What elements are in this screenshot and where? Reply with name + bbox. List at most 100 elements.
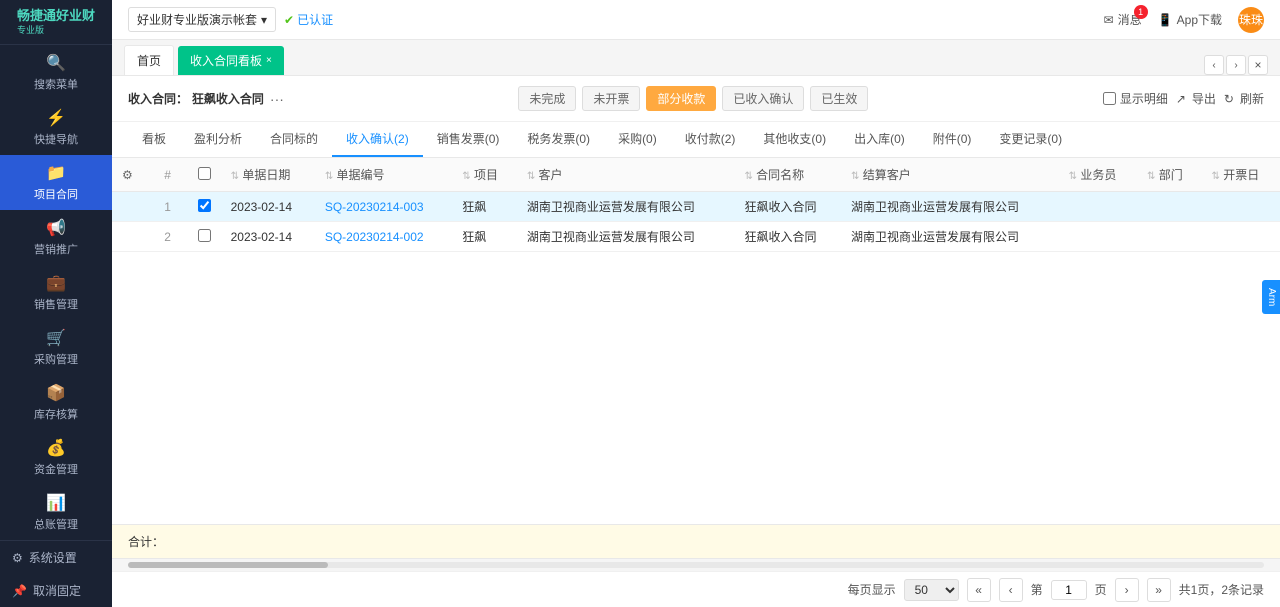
nav-icon: 📊 bbox=[46, 493, 66, 513]
app-download-action[interactable]: 📱 App下载 bbox=[1158, 11, 1222, 28]
td-checkbox[interactable] bbox=[188, 192, 221, 222]
refresh-label: 刷新 bbox=[1240, 90, 1264, 107]
page-label-post: 页 bbox=[1095, 581, 1107, 598]
tab-close-icon[interactable]: × bbox=[266, 55, 272, 66]
row-checkbox[interactable] bbox=[198, 199, 211, 212]
export-action[interactable]: ↗ 导出 bbox=[1176, 90, 1216, 107]
tab-home[interactable]: 首页 bbox=[124, 45, 174, 75]
status-btn-部分收款[interactable]: 部分收款 bbox=[646, 86, 716, 111]
table-container[interactable]: ⚙ # ⇅ 单据日期 ⇅ 单据编号 ⇅ 项目 ⇅ 客户 ⇅ 合同名称 ⇅ 结算客… bbox=[112, 158, 1280, 524]
sub-tab-出入库(0)[interactable]: 出入库(0) bbox=[840, 122, 919, 157]
td-customer: 湖南卫视商业运营发展有限公司 bbox=[517, 222, 735, 252]
status-btn-未开票[interactable]: 未开票 bbox=[582, 86, 640, 111]
sub-tab-销售发票(0)[interactable]: 销售发票(0) bbox=[423, 122, 514, 157]
sidebar-item-销售管理[interactable]: 💼销售管理 bbox=[0, 265, 112, 320]
row-checkbox[interactable] bbox=[198, 229, 211, 242]
main-area: 好业财专业版演示帐套 ▾ ✔ 已认证 ✉ 消息 1 📱 App下载 珠珠 bbox=[112, 0, 1280, 607]
sort-icon-result: ⇅ bbox=[851, 171, 859, 182]
scrollbar-track[interactable] bbox=[128, 562, 1264, 568]
page-number-input[interactable] bbox=[1051, 580, 1087, 600]
sidebar-item-unpin[interactable]: 📌 取消固定 bbox=[0, 574, 112, 607]
next-page-btn[interactable]: › bbox=[1115, 578, 1139, 602]
select-all-checkbox[interactable] bbox=[198, 167, 211, 180]
nav-label: 搜索菜单 bbox=[34, 76, 78, 92]
status-btn-已生效[interactable]: 已生效 bbox=[810, 86, 868, 111]
sidebar-item-采购管理[interactable]: 🛒采购管理 bbox=[0, 320, 112, 375]
code-link[interactable]: SQ-20230214-003 bbox=[325, 200, 424, 214]
td-checkbox[interactable] bbox=[188, 222, 221, 252]
show-details-checkbox[interactable] bbox=[1103, 92, 1116, 105]
td-department bbox=[1137, 222, 1202, 252]
pagination: 每页显示 50 20 100 « ‹ 第 页 › » 共1页，2条记录 bbox=[112, 571, 1280, 607]
tabbar: 首页 收入合同看板 × ‹ › × bbox=[112, 40, 1280, 76]
show-details-toggle[interactable]: 显示明细 bbox=[1103, 90, 1168, 107]
contract-title: 收入合同： 狂飙收入合同 bbox=[128, 90, 264, 107]
total-row: 合计： bbox=[112, 525, 1280, 559]
td-code[interactable]: SQ-20230214-003 bbox=[315, 192, 452, 222]
total-label: 合计： bbox=[128, 535, 164, 549]
sidebar-item-营销推广[interactable]: 📢营销推广 bbox=[0, 210, 112, 265]
nav-icon: 💼 bbox=[46, 273, 66, 293]
settings-icon[interactable]: ⚙ bbox=[122, 168, 133, 182]
company-selector[interactable]: 好业财专业版演示帐套 ▾ bbox=[128, 7, 276, 32]
sidebar-item-搜索菜单[interactable]: 🔍 搜索菜单 bbox=[0, 45, 112, 100]
th-checkbox[interactable] bbox=[188, 158, 221, 192]
sub-tab-采购(0)[interactable]: 采购(0) bbox=[604, 122, 671, 157]
sub-tab-看板[interactable]: 看板 bbox=[128, 122, 180, 157]
th-open-date: ⇅ 开票日 bbox=[1202, 158, 1280, 192]
per-page-select[interactable]: 50 20 100 bbox=[904, 579, 959, 601]
right-panel-btn[interactable]: Arm bbox=[1262, 280, 1280, 314]
check-icon: ✔ bbox=[284, 13, 294, 27]
sidebar-item-总账管理[interactable]: 📊总账管理 bbox=[0, 485, 112, 540]
nav-icon: 💰 bbox=[46, 438, 66, 458]
sub-tab-盈利分析[interactable]: 盈利分析 bbox=[180, 122, 256, 157]
sub-tab-附件(0)[interactable]: 附件(0) bbox=[919, 122, 986, 157]
sidebar-item-资金管理[interactable]: 💰资金管理 bbox=[0, 430, 112, 485]
message-icon: ✉ bbox=[1104, 13, 1114, 27]
sub-tab-其他收支(0)[interactable]: 其他收支(0) bbox=[749, 122, 840, 157]
last-page-btn[interactable]: » bbox=[1147, 578, 1171, 602]
user-avatar-action[interactable]: 珠珠 bbox=[1238, 7, 1264, 33]
sub-tab-收付款(2)[interactable]: 收付款(2) bbox=[671, 122, 750, 157]
scrollbar-thumb[interactable] bbox=[128, 562, 328, 568]
scrollbar-row[interactable] bbox=[112, 559, 1280, 571]
table-row[interactable]: 2 2023-02-14 SQ-20230214-002 狂飙 湖南卫视商业运营… bbox=[112, 222, 1280, 252]
certified-badge: ✔ 已认证 bbox=[284, 11, 333, 28]
sidebar-item-快捷导航[interactable]: ⚡快捷导航 bbox=[0, 100, 112, 155]
nav-icon: 📦 bbox=[46, 383, 66, 403]
sidebar-item-库存核算[interactable]: 📦库存核算 bbox=[0, 375, 112, 430]
contract-actions-right: 显示明细 ↗ 导出 ↻ 刷新 bbox=[1103, 90, 1264, 107]
message-action[interactable]: ✉ 消息 1 bbox=[1104, 11, 1142, 28]
refresh-icon: ↻ bbox=[1224, 92, 1234, 106]
status-btn-未完成[interactable]: 未完成 bbox=[518, 86, 576, 111]
sub-tab-收入确认(2)[interactable]: 收入确认(2) bbox=[332, 122, 423, 157]
tab-next-arrow[interactable]: › bbox=[1226, 55, 1246, 75]
right-panel[interactable]: Arm bbox=[1262, 280, 1280, 314]
sort-icon-code: ⇅ bbox=[325, 171, 333, 182]
certified-text: 已认证 bbox=[297, 11, 333, 28]
sub-tab-税务发票(0)[interactable]: 税务发票(0) bbox=[513, 122, 604, 157]
tab-close-btn[interactable]: × bbox=[1248, 55, 1268, 75]
sub-tab-变更记录(0)[interactable]: 变更记录(0) bbox=[985, 122, 1076, 157]
more-button[interactable]: ··· bbox=[270, 91, 284, 107]
first-page-btn[interactable]: « bbox=[967, 578, 991, 602]
unpin-label: 取消固定 bbox=[33, 582, 81, 599]
th-date: ⇅ 单据日期 bbox=[221, 158, 315, 192]
code-link[interactable]: SQ-20230214-002 bbox=[325, 230, 424, 244]
export-icon: ↗ bbox=[1176, 92, 1186, 106]
th-settings[interactable]: ⚙ bbox=[112, 158, 148, 192]
tab-prev-arrow[interactable]: ‹ bbox=[1204, 55, 1224, 75]
sort-icon-customer: ⇅ bbox=[527, 171, 535, 182]
sub-tab-合同标的[interactable]: 合同标的 bbox=[256, 122, 332, 157]
table-row[interactable]: 1 2023-02-14 SQ-20230214-003 狂飙 湖南卫视商业运营… bbox=[112, 192, 1280, 222]
nav-icon: 🔍 bbox=[46, 53, 66, 73]
refresh-action[interactable]: ↻ 刷新 bbox=[1224, 90, 1264, 107]
nav-icon: ⚡ bbox=[46, 108, 66, 128]
td-code[interactable]: SQ-20230214-002 bbox=[315, 222, 452, 252]
sidebar-item-项目合同[interactable]: 📁项目合同 bbox=[0, 155, 112, 210]
status-btn-已收入确认[interactable]: 已收入确认 bbox=[722, 86, 804, 111]
sidebar-item-settings[interactable]: ⚙ 系统设置 bbox=[0, 541, 112, 574]
tab-contract-board[interactable]: 收入合同看板 × bbox=[178, 46, 284, 75]
app-sub: 专业版 bbox=[17, 23, 95, 36]
prev-page-btn[interactable]: ‹ bbox=[999, 578, 1023, 602]
